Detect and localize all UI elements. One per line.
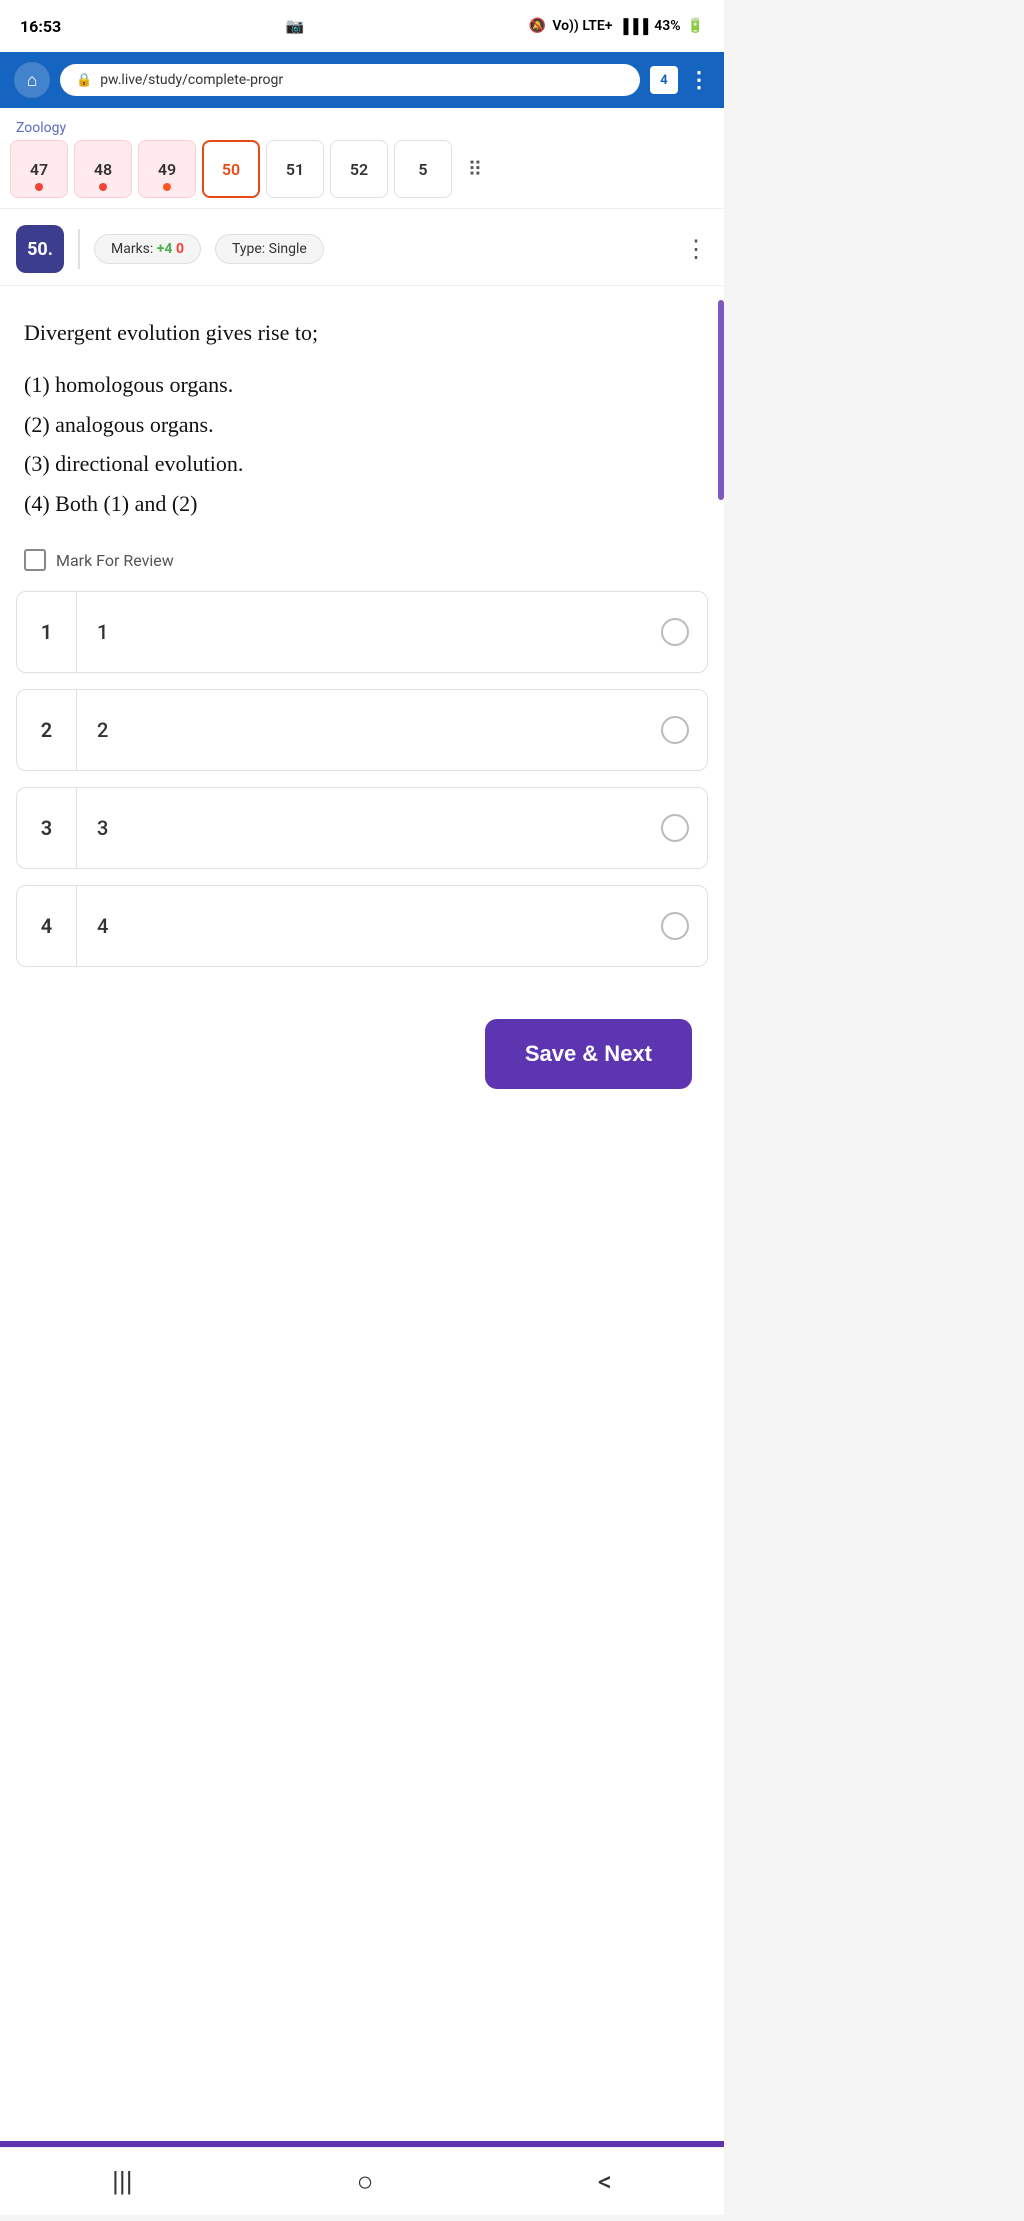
question-tab-50[interactable]: 50 bbox=[202, 140, 260, 198]
option-number-4: 4 bbox=[17, 886, 77, 966]
option-label-4: 4 bbox=[77, 914, 661, 938]
question-tab-5[interactable]: 5 bbox=[394, 140, 452, 198]
answer-option-1[interactable]: 1 1 bbox=[16, 591, 708, 673]
question-tab-52[interactable]: 52 bbox=[330, 140, 388, 198]
answered-dot bbox=[35, 183, 43, 191]
option-radio-1[interactable] bbox=[661, 618, 689, 646]
browser-url-bar[interactable]: 🔒 pw.live/study/complete-progr bbox=[60, 64, 640, 96]
bottom-nav: ||| ○ < bbox=[0, 2147, 724, 2215]
option-text-2: (2) analogous organs. bbox=[24, 405, 700, 445]
question-more-button[interactable]: ⋮ bbox=[684, 235, 708, 263]
status-time: 16:53 bbox=[20, 17, 61, 36]
question-divider bbox=[78, 229, 80, 269]
scroll-indicator bbox=[718, 300, 724, 500]
answer-option-2[interactable]: 2 2 bbox=[16, 689, 708, 771]
question-header: 50. Marks: +4 0 Type: Single ⋮ bbox=[0, 209, 724, 286]
option-text-3: (3) directional evolution. bbox=[24, 444, 700, 484]
url-text: pw.live/study/complete-progr bbox=[100, 72, 283, 88]
status-bar: 16:53 📷 🔕 Vo)) LTE+ ▐▐▐ 43% 🔋 bbox=[0, 0, 724, 52]
save-next-button[interactable]: Save & Next bbox=[485, 1019, 692, 1089]
battery-label: 43% bbox=[654, 18, 680, 34]
option-text-4: (4) Both (1) and (2) bbox=[24, 484, 700, 524]
answer-options-container: 1 1 2 2 3 3 4 4 bbox=[0, 591, 724, 983]
question-tab-47[interactable]: 47 bbox=[10, 140, 68, 198]
question-body: Divergent evolution gives rise to; (1) h… bbox=[0, 286, 724, 539]
tabs-grid-button[interactable]: ⠿ bbox=[458, 152, 492, 186]
browser-bar: ⌂ 🔒 pw.live/study/complete-progr 4 ⋮ bbox=[0, 52, 724, 108]
lock-icon: 🔒 bbox=[76, 73, 92, 88]
mark-review-label: Mark For Review bbox=[56, 551, 174, 570]
option-label-3: 3 bbox=[77, 816, 661, 840]
option-number-3: 3 bbox=[17, 788, 77, 868]
nav-home-button[interactable]: ○ bbox=[327, 2155, 404, 2208]
answered-dot bbox=[99, 183, 107, 191]
option-label-1: 1 bbox=[77, 620, 661, 644]
browser-tab-count[interactable]: 4 bbox=[650, 66, 678, 94]
option-label-2: 2 bbox=[77, 718, 661, 742]
signal-bars: ▐▐▐ bbox=[618, 18, 648, 35]
option-text-1: (1) homologous organs. bbox=[24, 365, 700, 405]
nav-back-button[interactable]: < bbox=[568, 2155, 642, 2208]
option-number-1: 1 bbox=[17, 592, 77, 672]
answer-option-4[interactable]: 4 4 bbox=[16, 885, 708, 967]
answered-dot bbox=[163, 183, 171, 191]
battery-icon: 🔋 bbox=[687, 18, 704, 34]
menu-lines-icon: ||| bbox=[112, 2165, 133, 2198]
home-icon: ⌂ bbox=[27, 70, 38, 91]
network-label: Vo)) LTE+ bbox=[552, 18, 612, 34]
question-options: (1) homologous organs. (2) analogous org… bbox=[24, 365, 700, 523]
status-right: 🔕 Vo)) LTE+ ▐▐▐ 43% 🔋 bbox=[529, 18, 704, 35]
browser-menu-button[interactable]: ⋮ bbox=[688, 68, 710, 93]
question-tabs-container: 47 48 49 50 51 52 5 ⠿ bbox=[0, 140, 724, 209]
option-number-2: 2 bbox=[17, 690, 77, 770]
mark-review-checkbox[interactable] bbox=[24, 549, 46, 571]
back-icon: < bbox=[598, 2165, 612, 2198]
main-content: Zoology 47 48 49 50 51 52 5 ⠿ bbox=[0, 108, 724, 2141]
type-badge: Type: Single bbox=[215, 234, 324, 264]
signal-icon: 🔕 bbox=[529, 18, 546, 34]
question-tab-48[interactable]: 48 bbox=[74, 140, 132, 198]
grid-icon: ⠿ bbox=[468, 157, 483, 181]
status-icon: 📷 bbox=[286, 17, 305, 35]
question-tab-49[interactable]: 49 bbox=[138, 140, 196, 198]
question-tab-51[interactable]: 51 bbox=[266, 140, 324, 198]
marks-badge: Marks: +4 0 bbox=[94, 234, 201, 264]
question-number-badge: 50. bbox=[16, 225, 64, 273]
nav-menu-button[interactable]: ||| bbox=[82, 2155, 163, 2208]
option-radio-3[interactable] bbox=[661, 814, 689, 842]
question-text: Divergent evolution gives rise to; bbox=[24, 316, 700, 349]
browser-home-button[interactable]: ⌂ bbox=[14, 62, 50, 98]
answer-option-3[interactable]: 3 3 bbox=[16, 787, 708, 869]
mark-for-review-row: Mark For Review bbox=[0, 539, 724, 591]
option-radio-2[interactable] bbox=[661, 716, 689, 744]
option-radio-4[interactable] bbox=[661, 912, 689, 940]
circle-icon: ○ bbox=[357, 2165, 374, 2198]
subject-label: Zoology bbox=[0, 108, 724, 140]
